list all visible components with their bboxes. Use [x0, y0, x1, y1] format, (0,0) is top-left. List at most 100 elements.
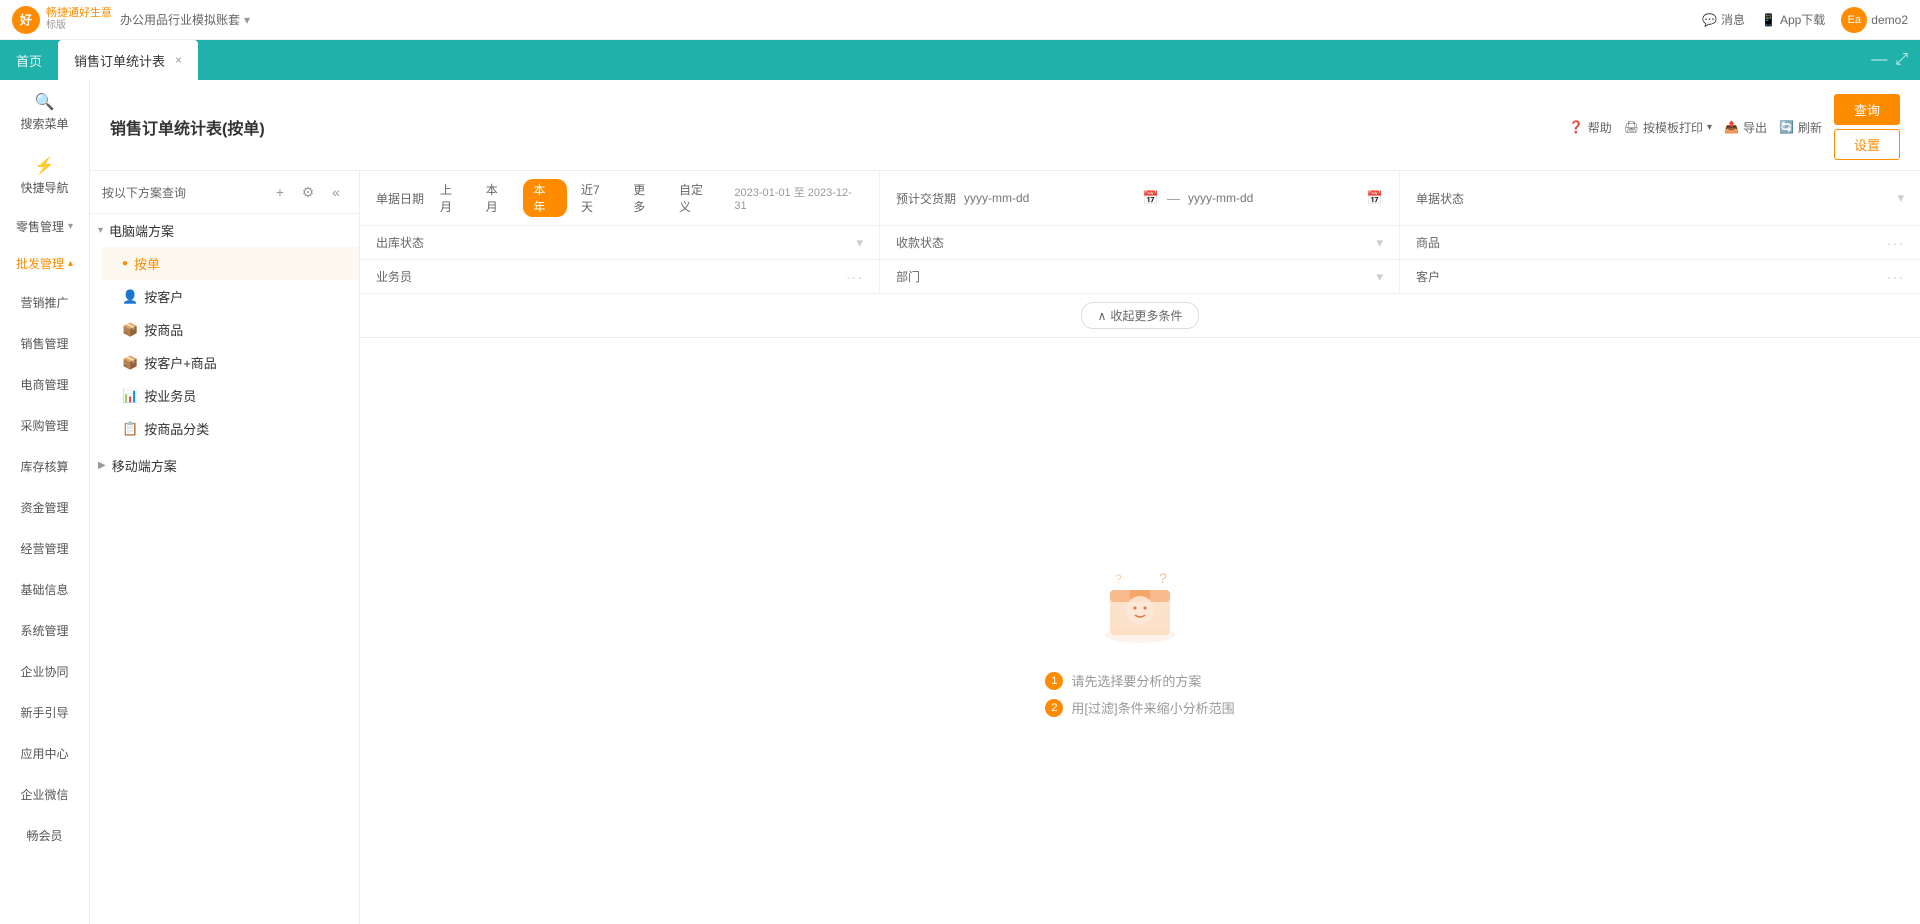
sidebar-item-newbie[interactable]: 新手引导 [0, 692, 89, 733]
tree-item-by-salesperson[interactable]: 📊 按业务员 [102, 379, 359, 412]
tip-2-num: 2 [1045, 699, 1063, 717]
top-bar-right: 💬 消息 📱 App下载 Ea demo2 [1702, 7, 1908, 33]
date-btn-more[interactable]: 更多 [625, 179, 665, 217]
tree-section-mobile[interactable]: ▶ 移动端方案 [90, 449, 359, 482]
sidebar-item-quick-nav[interactable]: ⚡ 快捷导航 [0, 144, 89, 208]
salesperson-more-icon[interactable]: ··· [846, 269, 863, 285]
settings-button[interactable]: 设置 [1834, 129, 1900, 160]
print-icon: 🖨 [1624, 120, 1639, 134]
filter-area: 单据日期 上月 本月 本年 近7天 更多 自定义 2023-01-01 至 20… [360, 171, 1920, 338]
page-header: 销售订单统计表(按单) ❓ 帮助 🖨 按模板打印 ▾ 📤 导出 🔄 刷新 [90, 80, 1920, 171]
filter-cell-status: 单据状态 ▾ [1400, 171, 1920, 225]
sidebar-item-system[interactable]: 系统管理 [0, 610, 89, 651]
refresh-button[interactable]: 🔄 刷新 [1779, 119, 1822, 136]
print-button[interactable]: 🖨 按模板打印 ▾ [1624, 119, 1712, 136]
filter-cell-department: 部门 ▾ [880, 260, 1400, 293]
calendar-start-icon[interactable]: 📅 [1143, 190, 1159, 206]
sidebar-item-inventory[interactable]: 库存核算 [0, 446, 89, 487]
sidebar-item-operations[interactable]: 经营管理 [0, 528, 89, 569]
export-icon: 📤 [1724, 120, 1739, 134]
delivery-chevron-down-icon[interactable]: ▾ [856, 235, 863, 251]
scheme-settings-icon[interactable]: ⚙ [297, 181, 319, 203]
sidebar-item-retail[interactable]: 零售管理 ▾ [0, 208, 89, 245]
filter-cell-salesperson: 业务员 ··· [360, 260, 880, 293]
salesperson-input[interactable] [420, 270, 838, 284]
customer-more-icon[interactable]: ··· [1887, 269, 1904, 285]
filter-cell-delivery: 出库状态 ▾ [360, 226, 880, 259]
sidebar-item-ecommerce[interactable]: 电商管理 [0, 364, 89, 405]
sidebar-item-purchase[interactable]: 采购管理 [0, 405, 89, 446]
status-chevron-down-icon[interactable]: ▾ [1897, 190, 1904, 206]
tree-sub-pc: ● 按单 👤 按客户 📦 按商品 📦 按客户+商品 [90, 247, 359, 445]
breadcrumb: 办公用品行业模拟账套 ▾ [120, 11, 250, 28]
sidebar-item-enterprise[interactable]: 企业协同 [0, 651, 89, 692]
filter-cell-expected-date: 预计交货期 📅 — 📅 [880, 171, 1400, 225]
calendar-end-icon[interactable]: 📅 [1367, 190, 1383, 206]
tree-item-by-product[interactable]: 📦 按商品 [102, 313, 359, 346]
message-button[interactable]: 💬 消息 [1702, 11, 1745, 28]
sidebar-item-finance[interactable]: 资金管理 [0, 487, 89, 528]
window-maximize-icon[interactable]: ⤢ [1895, 51, 1908, 69]
filter-cell-date: 单据日期 上月 本月 本年 近7天 更多 自定义 2023-01-01 至 20… [360, 171, 880, 225]
search-button[interactable]: 查询 [1834, 94, 1900, 125]
date-btn-last-month[interactable]: 上月 [432, 179, 472, 217]
tree-item-by-customer[interactable]: 👤 按客户 [102, 280, 359, 313]
left-panel-header: 按以下方案查询 + ⚙ « [90, 171, 359, 214]
date-btn-this-month[interactable]: 本月 [478, 179, 518, 217]
tab-close-icon[interactable]: × [175, 53, 182, 67]
sidebar-item-search-menu[interactable]: 🔍 搜索菜单 [0, 80, 89, 144]
tab-home[interactable]: 首页 [0, 40, 58, 80]
product-input[interactable] [1448, 236, 1879, 250]
tree-section-pc[interactable]: ▾ 电脑端方案 [90, 214, 359, 247]
product-more-icon[interactable]: ··· [1887, 235, 1904, 251]
date-btn-custom[interactable]: 自定义 [671, 179, 722, 217]
export-button[interactable]: 📤 导出 [1724, 119, 1767, 136]
logo-icon: 好 [12, 6, 40, 34]
download-icon: 📱 [1761, 13, 1776, 27]
svg-text:?: ? [1115, 572, 1122, 586]
department-chevron-down-icon[interactable]: ▾ [1376, 269, 1383, 285]
collapse-button[interactable]: ∧ 收起更多条件 [1081, 302, 1200, 329]
right-panel: 单据日期 上月 本月 本年 近7天 更多 自定义 2023-01-01 至 20… [360, 171, 1920, 924]
collapse-bar: ∧ 收起更多条件 [360, 294, 1920, 338]
sidebar-item-basic[interactable]: 基础信息 [0, 569, 89, 610]
left-panel: 按以下方案查询 + ⚙ « ▾ 电脑端方案 ● 按单 👤 [90, 171, 360, 924]
collapse-panel-icon[interactable]: « [325, 181, 347, 203]
expected-date-end-input[interactable] [1188, 191, 1359, 205]
sidebar-item-sales[interactable]: 销售管理 [0, 323, 89, 364]
window-minimize-icon[interactable]: — [1871, 51, 1887, 69]
payment-chevron-down-icon[interactable]: ▾ [1376, 235, 1383, 251]
empty-illustration: ? ? [1085, 545, 1195, 655]
breadcrumb-chevron-icon[interactable]: ▾ [244, 13, 250, 27]
tree-expand-icon: ▾ [98, 225, 103, 236]
expected-date-start-input[interactable] [964, 191, 1135, 205]
customer-input[interactable] [1448, 270, 1879, 284]
filter-row-3: 业务员 ··· 部门 ▾ 客户 ··· [360, 260, 1920, 294]
date-range-text: 2023-01-01 至 2023-12-31 [734, 184, 863, 212]
tab-bar: 首页 销售订单统计表 × — ⤢ [0, 40, 1920, 80]
filter-cell-payment: 收款状态 ▾ [880, 226, 1400, 259]
sidebar-item-app-center[interactable]: 应用中心 [0, 733, 89, 774]
tree-item-by-order[interactable]: ● 按单 [102, 247, 359, 280]
chevron-up-icon: ▴ [68, 258, 73, 269]
app-download-button[interactable]: 📱 App下载 [1761, 11, 1825, 28]
user-menu[interactable]: Ea demo2 [1841, 7, 1908, 33]
tree-item-by-customer-product[interactable]: 📦 按客户+商品 [102, 346, 359, 379]
tab-sales-order-stats[interactable]: 销售订单统计表 × [58, 40, 198, 80]
print-chevron-icon: ▾ [1707, 122, 1712, 133]
add-scheme-button[interactable]: + [269, 181, 291, 203]
tree-item-by-product-category[interactable]: 📋 按商品分类 [102, 412, 359, 445]
filter-cell-customer: 客户 ··· [1400, 260, 1920, 293]
top-bar-left: 好 畅捷通好生意 标版 办公用品行业模拟账套 ▾ [12, 6, 250, 34]
sidebar-item-wholesale[interactable]: 批发管理 ▴ [0, 245, 89, 282]
panels-row: 按以下方案查询 + ⚙ « ▾ 电脑端方案 ● 按单 👤 [90, 171, 1920, 924]
sidebar-item-member[interactable]: 畅会员 [0, 815, 89, 856]
date-btn-last7[interactable]: 近7天 [573, 179, 619, 217]
message-icon: 💬 [1702, 13, 1717, 27]
tab-bar-right: — ⤢ [1871, 51, 1920, 69]
help-button[interactable]: ❓ 帮助 [1569, 119, 1612, 136]
nav-icon: ⚡ [35, 156, 55, 176]
date-btn-this-year[interactable]: 本年 [523, 179, 567, 217]
sidebar-item-marketing[interactable]: 营销推广 [0, 282, 89, 323]
sidebar-item-wechat[interactable]: 企业微信 [0, 774, 89, 815]
